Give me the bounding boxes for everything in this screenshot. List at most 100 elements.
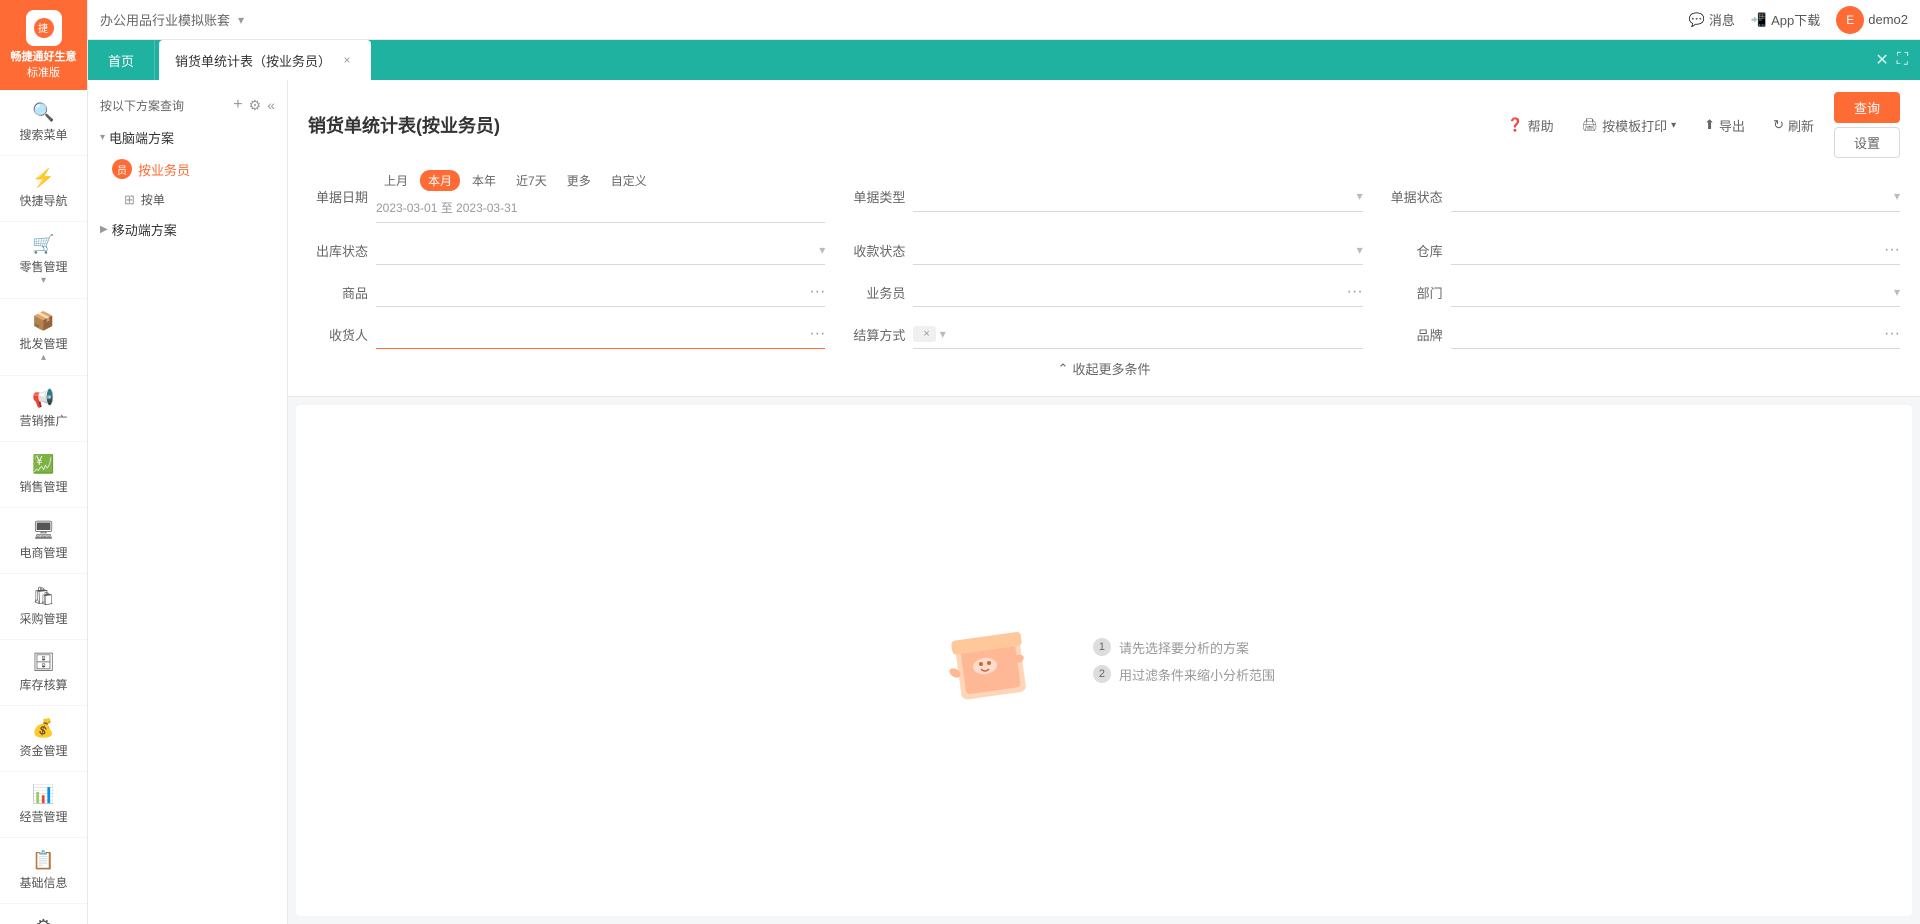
sidebar-item-system[interactable]: ⚙ 系统管理: [0, 904, 87, 924]
collapse-panel-btn[interactable]: «: [267, 97, 275, 113]
right-panel: 销货单统计表(按业务员) ❓ 帮助 🖨 按模板打印 ▾ ⬆: [288, 80, 1920, 924]
topbar: 办公用品行业模拟账套 ▾ 💬 消息 📲 App下载 E demo2: [88, 0, 1920, 40]
sidebar-item-retail-label: 零售管理: [19, 258, 67, 275]
retail-arrow: ▾: [41, 275, 46, 286]
outstatus-control[interactable]: [376, 235, 825, 265]
tab-home[interactable]: 首页: [88, 40, 155, 80]
date-tab-thisyear[interactable]: 本年: [464, 170, 504, 191]
topbar-selector-label[interactable]: 办公用品行业模拟账套: [100, 10, 230, 29]
mobile-scheme-arrow: ▶: [100, 224, 108, 235]
marketing-icon: 📢: [32, 388, 54, 409]
search-icon: 🔍: [32, 102, 54, 123]
date-tab-thismonth[interactable]: 本月: [420, 170, 460, 191]
order-icon: ⊞: [124, 192, 135, 208]
empty-illustration: [933, 601, 1053, 721]
date-range-text: 2023-03-01 至 2023-03-31: [376, 199, 825, 216]
tab-active[interactable]: 销货单统计表（按业务员） ×: [159, 40, 371, 80]
settings-scheme-btn[interactable]: ⚙: [249, 97, 262, 114]
docstatus-control[interactable]: [1451, 182, 1900, 212]
tab-close-btn[interactable]: ×: [339, 52, 355, 68]
sidebar-item-ecommerce[interactable]: 🖥 电商管理: [0, 508, 87, 574]
sidebar-item-basic[interactable]: 📋 基础信息: [0, 838, 87, 904]
export-btn[interactable]: ⬆ 导出: [1696, 112, 1753, 139]
topbar-dropdown-icon[interactable]: ▾: [238, 13, 244, 27]
filter-area: 单据日期 上月 本月 本年 近7天 更多 自定义: [308, 170, 1900, 396]
messages-btn[interactable]: 💬 消息: [1689, 10, 1735, 29]
scheme-item-salesperson[interactable]: 员 按业务员: [96, 153, 279, 185]
settings-btn[interactable]: 设置: [1834, 127, 1900, 158]
sidebar-item-marketing-label: 营销推广: [19, 412, 67, 429]
sidebar-item-operation[interactable]: 📊 经营管理: [0, 772, 87, 838]
date-tab-lastmonth[interactable]: 上月: [376, 170, 416, 191]
print-arrow: ▾: [1671, 120, 1676, 131]
sidebar-item-sales[interactable]: 💹 销售管理: [0, 442, 87, 508]
receiptstatus-control[interactable]: [913, 235, 1362, 265]
receiptstatus-arrow: [1357, 243, 1363, 257]
date-tab-more[interactable]: 更多: [559, 170, 599, 191]
print-icon: 🖨: [1582, 117, 1599, 133]
refresh-btn[interactable]: ↻ 刷新: [1765, 112, 1822, 139]
app-logo[interactable]: 捷 畅捷通好生意 标准版: [0, 0, 88, 90]
sidebar-item-quicknav[interactable]: ⚡ 快捷导航: [0, 156, 87, 222]
salesperson-dots[interactable]: ···: [1347, 283, 1363, 301]
date-tab-custom[interactable]: 自定义: [603, 170, 655, 191]
brand-dots[interactable]: ···: [1884, 325, 1900, 343]
recipient-dots[interactable]: ···: [809, 325, 825, 343]
sidebar-item-retail[interactable]: 🛒 零售管理 ▾: [0, 222, 87, 299]
empty-state: 1 请先选择要分析的方案 2 用过滤条件来缩小分析范围: [296, 405, 1912, 916]
salesperson-label: 业务员: [845, 283, 905, 302]
date-tab-7days[interactable]: 近7天: [508, 170, 555, 191]
left-panel-actions: + ⚙ «: [233, 96, 275, 114]
sidebar-item-search-label: 搜索菜单: [19, 126, 67, 143]
empty-svg: [933, 601, 1053, 721]
receiptstatus-label: 收款状态: [845, 241, 905, 260]
goods-dots[interactable]: ···: [809, 283, 825, 301]
logo-icon: 捷: [26, 10, 62, 46]
collapse-btn[interactable]: ⌃ 收起更多条件: [308, 353, 1900, 384]
tab-home-label: 首页: [108, 51, 134, 70]
maximize-btn[interactable]: ⛶: [1897, 51, 1908, 69]
refresh-icon: ↻: [1773, 117, 1784, 133]
docstatus-arrow: [1894, 189, 1900, 203]
sales-icon: 💹: [32, 454, 54, 475]
doctype-control[interactable]: [913, 182, 1362, 212]
add-scheme-btn[interactable]: +: [233, 96, 242, 114]
warehouse-label: 仓库: [1383, 241, 1443, 260]
sidebar-item-basic-label: 基础信息: [19, 874, 67, 891]
close-tab-btn[interactable]: ✕: [1875, 50, 1888, 70]
sidebar-item-wholesale[interactable]: 📦 批发管理 ▴: [0, 299, 87, 376]
hint-2-num: 2: [1093, 665, 1111, 683]
salesperson-control[interactable]: ···: [913, 277, 1362, 307]
scheme-item-salesperson-label: 按业务员: [138, 160, 190, 179]
dept-control[interactable]: [1451, 277, 1900, 307]
sidebar-item-search[interactable]: 🔍 搜索菜单: [0, 90, 87, 156]
main-area: 办公用品行业模拟账套 ▾ 💬 消息 📲 App下载 E demo2 首页: [88, 0, 1920, 924]
sidebar-item-marketing[interactable]: 📢 营销推广: [0, 376, 87, 442]
mobile-scheme-title[interactable]: ▶ 移动端方案: [96, 214, 279, 245]
warehouse-control[interactable]: ···: [1451, 235, 1900, 265]
settlement-control[interactable]: ×: [913, 319, 1362, 349]
print-btn[interactable]: 🖨 按模板打印 ▾: [1574, 112, 1685, 139]
app-download-btn[interactable]: 📲 App下载: [1751, 10, 1820, 29]
topbar-right: 💬 消息 📲 App下载 E demo2: [1689, 6, 1908, 34]
filter-cell-doctype: 单据类型: [845, 170, 1362, 223]
sidebar-item-finance[interactable]: 💰 资金管理: [0, 706, 87, 772]
sidebar-item-inventory[interactable]: 🗄 库存核算: [0, 640, 87, 706]
brand-control[interactable]: ···: [1451, 319, 1900, 349]
settlement-tag-close[interactable]: ×: [923, 328, 929, 340]
desktop-scheme-group: ▾ 电脑端方案 员 按业务员 ⊞ 按单 ▶ 移动端方案: [88, 122, 287, 245]
filter-row-2: 出库状态 收款状态: [308, 235, 1900, 265]
query-btn[interactable]: 查询: [1834, 92, 1900, 123]
help-btn[interactable]: ❓ 帮助: [1499, 112, 1561, 139]
recipient-control[interactable]: ···: [376, 319, 825, 349]
user-menu[interactable]: E demo2: [1836, 6, 1908, 34]
date-range-control[interactable]: 2023-03-01 至 2023-03-31: [376, 193, 825, 223]
page-title: 销货单统计表(按业务员): [308, 112, 500, 138]
avatar: E: [1836, 6, 1864, 34]
sub-item-byorder[interactable]: ⊞ 按单: [96, 185, 279, 214]
desktop-scheme-title[interactable]: ▾ 电脑端方案: [96, 122, 279, 153]
desktop-scheme-label: 电脑端方案: [109, 128, 174, 147]
sidebar-item-purchase[interactable]: 🛍 采购管理: [0, 574, 87, 640]
warehouse-dots[interactable]: ···: [1884, 241, 1900, 259]
goods-control[interactable]: ···: [376, 277, 825, 307]
